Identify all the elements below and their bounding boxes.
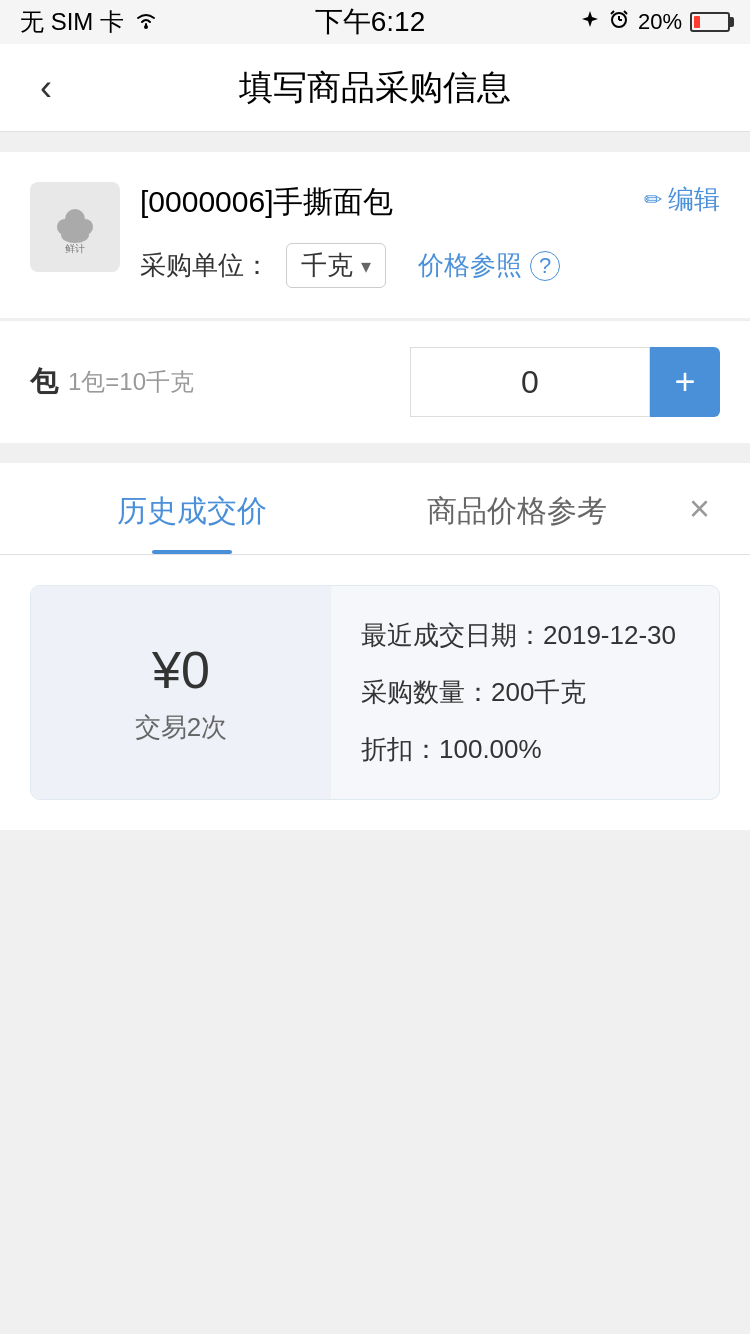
price-card: ¥0 交易2次 最近成交日期：2019-12-30 采购数量：200千克 折扣：… bbox=[30, 585, 720, 800]
quantity-section: 包 1包=10千克 0 + bbox=[0, 320, 750, 443]
product-header: 鲜计 [0000006]手撕面包 采购单位： 千克 ▾ 价格参照 ? bbox=[30, 182, 720, 288]
status-bar: 无 SIM 卡 下午6:12 20% bbox=[0, 0, 750, 44]
recent-date-value: 2019-12-30 bbox=[543, 620, 676, 650]
quantity-input-group: 0 + bbox=[410, 347, 720, 417]
nav-bar: ‹ 填写商品采购信息 bbox=[0, 44, 750, 132]
unit-selector[interactable]: 千克 ▾ bbox=[286, 243, 386, 288]
alarm-icon bbox=[608, 8, 630, 36]
price-trades: 交易2次 bbox=[135, 710, 227, 745]
svg-text:鲜计: 鲜计 bbox=[65, 243, 85, 254]
plus-icon: + bbox=[674, 361, 695, 403]
edit-button[interactable]: ✏ 编辑 bbox=[644, 182, 720, 217]
wifi-icon bbox=[132, 8, 160, 36]
recent-date-row: 最近成交日期：2019-12-30 bbox=[361, 616, 689, 655]
tab-history-price[interactable]: 历史成交价 bbox=[30, 463, 354, 554]
price-value: 0 bbox=[181, 641, 210, 699]
status-time: 下午6:12 bbox=[315, 3, 426, 41]
sim-status: 无 SIM 卡 bbox=[20, 6, 124, 38]
price-right-panel: 最近成交日期：2019-12-30 采购数量：200千克 折扣：100.00% bbox=[331, 586, 719, 799]
back-button[interactable]: ‹ bbox=[30, 57, 62, 119]
svg-point-9 bbox=[61, 227, 89, 243]
svg-line-5 bbox=[624, 11, 627, 14]
status-left: 无 SIM 卡 bbox=[20, 6, 160, 38]
battery-percent: 20% bbox=[638, 9, 682, 35]
currency-symbol: ¥ bbox=[152, 641, 181, 699]
purchase-qty-row: 采购数量：200千克 bbox=[361, 673, 689, 712]
price-ref-label: 价格参照 bbox=[418, 248, 522, 283]
tabs-close-button[interactable]: × bbox=[679, 478, 720, 540]
discount-label: 折扣： bbox=[361, 734, 439, 764]
price-amount: ¥0 bbox=[152, 640, 210, 700]
bottom-area bbox=[0, 830, 750, 1330]
battery-icon bbox=[690, 12, 730, 32]
tab-product-price-ref[interactable]: 商品价格参考 bbox=[354, 463, 678, 554]
dropdown-arrow-icon: ▾ bbox=[361, 254, 371, 278]
status-right: 20% bbox=[580, 8, 730, 36]
discount-row: 折扣：100.00% bbox=[361, 730, 689, 769]
svg-point-0 bbox=[144, 25, 148, 29]
quantity-input[interactable]: 0 bbox=[410, 347, 650, 417]
product-unit-row: 采购单位： 千克 ▾ 价格参照 ? bbox=[140, 243, 560, 288]
history-content: ¥0 交易2次 最近成交日期：2019-12-30 采购数量：200千克 折扣：… bbox=[0, 555, 750, 830]
pack-unit: 包 bbox=[30, 363, 58, 401]
product-card: 鲜计 [0000006]手撕面包 采购单位： 千克 ▾ 价格参照 ? bbox=[0, 152, 750, 318]
quantity-label: 包 1包=10千克 bbox=[30, 363, 194, 401]
price-ref-link[interactable]: 价格参照 ? bbox=[418, 248, 560, 283]
purchase-qty-label: 采购数量： bbox=[361, 677, 491, 707]
discount-value: 100.00% bbox=[439, 734, 542, 764]
help-icon: ? bbox=[530, 251, 560, 281]
purchase-unit-label: 采购单位： bbox=[140, 248, 270, 283]
svg-line-4 bbox=[611, 11, 614, 14]
unit-value: 千克 bbox=[301, 248, 353, 283]
tabs-container: 历史成交价 商品价格参考 × bbox=[0, 463, 750, 555]
product-info: 鲜计 [0000006]手撕面包 采购单位： 千克 ▾ 价格参照 ? bbox=[30, 182, 624, 288]
page-title: 填写商品采购信息 bbox=[239, 65, 511, 111]
edit-icon: ✏ bbox=[644, 187, 662, 213]
product-thumbnail: 鲜计 bbox=[30, 182, 120, 272]
product-full-name: [0000006]手撕面包 bbox=[140, 182, 560, 223]
product-name-area: [0000006]手撕面包 采购单位： 千克 ▾ 价格参照 ? bbox=[140, 182, 560, 288]
edit-label: 编辑 bbox=[668, 182, 720, 217]
quantity-plus-button[interactable]: + bbox=[650, 347, 720, 417]
price-left-panel: ¥0 交易2次 bbox=[31, 586, 331, 799]
unit-conversion: 1包=10千克 bbox=[68, 366, 194, 398]
purchase-qty-value: 200千克 bbox=[491, 677, 586, 707]
location-icon bbox=[580, 9, 600, 35]
recent-date-label: 最近成交日期： bbox=[361, 620, 543, 650]
